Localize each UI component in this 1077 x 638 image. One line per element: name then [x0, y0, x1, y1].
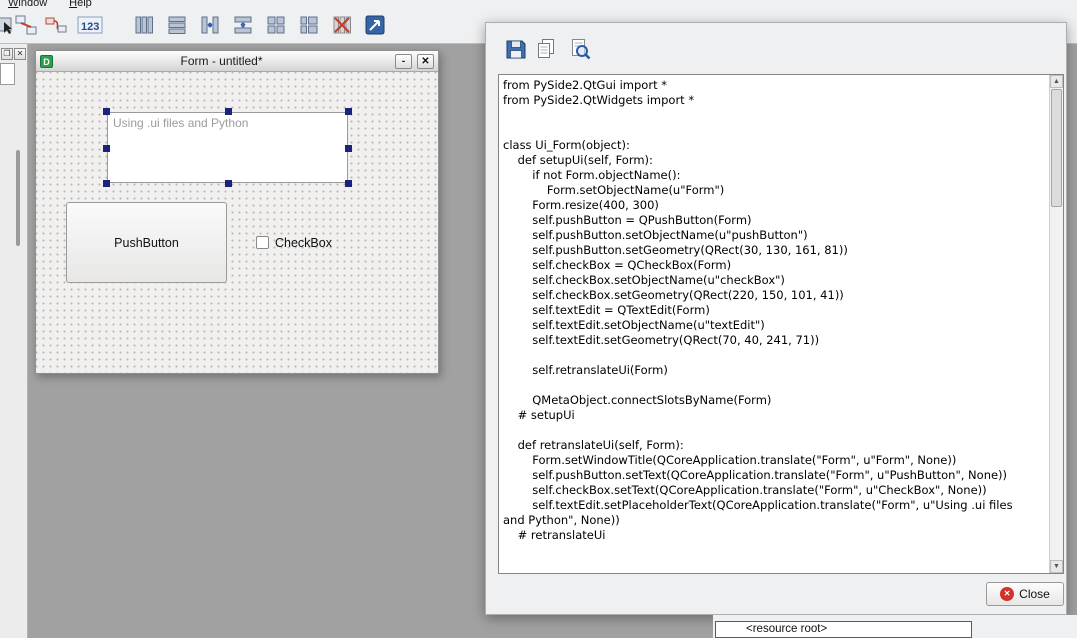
code-line: self.textEdit = QTextEdit(Form) [503, 303, 1049, 318]
scroll-up-icon[interactable] [1050, 75, 1063, 88]
dock-scrollbar[interactable] [16, 150, 20, 246]
textedit-widget[interactable]: Using .ui files and Python [107, 112, 348, 183]
code-line: Form.setWindowTitle(QCoreApplication.tra… [503, 453, 1049, 468]
edit-buddies-icon[interactable] [44, 13, 68, 37]
dialog-close-button[interactable]: Close [986, 582, 1064, 606]
adjust-size-icon[interactable] [364, 13, 386, 37]
layout-horizontal-icon[interactable] [133, 13, 155, 37]
resource-root-item[interactable]: <resource root> [715, 621, 972, 638]
code-line: self.retranslateUi(Form) [503, 363, 1049, 378]
copy-icon[interactable] [534, 37, 558, 61]
pushbutton-widget[interactable]: PushButton [66, 202, 227, 283]
code-line: from PySide2.QtWidgets import * [503, 93, 1049, 108]
scroll-down-icon[interactable] [1050, 560, 1063, 573]
find-icon[interactable] [568, 37, 592, 61]
form-canvas[interactable]: Using .ui files and Python PushButton Ch… [36, 72, 438, 373]
code-line: self.pushButton.setText(QCoreApplication… [503, 468, 1049, 483]
code-line: self.checkBox = QCheckBox(Form) [503, 258, 1049, 273]
code-line: # setupUi [503, 408, 1049, 423]
layout-grid-icon[interactable] [265, 13, 287, 37]
selection-handle[interactable] [103, 108, 110, 115]
code-line: Form.setObjectName(u"Form") [503, 183, 1049, 198]
code-line: self.textEdit.setObjectName(u"textEdit") [503, 318, 1049, 333]
code-line: self.pushButton = QPushButton(Form) [503, 213, 1049, 228]
code-line [503, 123, 1049, 138]
close-dock-icon[interactable] [14, 48, 26, 60]
selection-handle[interactable] [345, 180, 352, 187]
code-line: # retranslateUi [503, 528, 1049, 543]
code-line: self.checkBox.setObjectName(u"checkBox") [503, 273, 1049, 288]
code-line: from PySide2.QtGui import * [503, 78, 1049, 93]
edit-signals-slots-icon[interactable] [14, 13, 38, 37]
svg-text:123: 123 [81, 21, 99, 33]
selection-handle[interactable] [103, 145, 110, 152]
selection-handle[interactable] [225, 108, 232, 115]
code-line: self.checkBox.setText(QCoreApplication.t… [503, 483, 1049, 498]
code-view[interactable]: from PySide2.QtGui import *from PySide2.… [498, 74, 1064, 574]
code-line [503, 108, 1049, 123]
resource-browser-fragment: <resource root> [713, 615, 1077, 638]
code-text: from PySide2.QtGui import *from PySide2.… [499, 75, 1049, 573]
form-window-icon [40, 55, 53, 68]
dock-filter-field[interactable] [0, 63, 15, 85]
save-icon[interactable] [504, 37, 528, 61]
code-line: def retranslateUi(self, Form): [503, 438, 1049, 453]
minimize-icon[interactable] [395, 54, 412, 69]
code-line [503, 378, 1049, 393]
code-line: self.checkBox.setGeometry(QRect(220, 150… [503, 288, 1049, 303]
layout-form-icon[interactable] [298, 13, 320, 37]
break-layout-icon[interactable] [331, 13, 353, 37]
code-line [503, 423, 1049, 438]
layout-vertical-icon[interactable] [166, 13, 188, 37]
code-line: def setupUi(self, Form): [503, 153, 1049, 168]
code-line: self.pushButton.setGeometry(QRect(30, 13… [503, 243, 1049, 258]
code-preview-dialog: from PySide2.QtGui import *from PySide2.… [485, 22, 1067, 615]
code-line: QMetaObject.connectSlotsByName(Form) [503, 393, 1049, 408]
code-line: Form.resize(400, 300) [503, 198, 1049, 213]
textedit-placeholder: Using .ui files and Python [113, 116, 248, 130]
layout-vertical-splitter-icon[interactable] [232, 13, 254, 37]
code-line: class Ui_Form(object): [503, 138, 1049, 153]
code-line: self.pushButton.setObjectName(u"pushButt… [503, 228, 1049, 243]
form-window-titlebar[interactable]: Form - untitled* [36, 51, 438, 72]
menu-window[interactable]: Window [8, 0, 47, 8]
code-line: if not Form.objectName(): [503, 168, 1049, 183]
layout-horizontal-splitter-icon[interactable] [199, 13, 221, 37]
form-window-title: Form - untitled* [53, 54, 390, 68]
menubar: Window Help [8, 0, 92, 8]
edit-tab-order-icon[interactable]: 123 [76, 13, 104, 37]
checkbox-label: CheckBox [275, 236, 332, 250]
float-dock-icon[interactable] [1, 48, 13, 60]
code-line: self.textEdit.setPlaceholderText(QCoreAp… [503, 498, 1049, 513]
code-line [503, 348, 1049, 363]
selection-handle[interactable] [225, 180, 232, 187]
menu-help[interactable]: Help [69, 0, 92, 8]
scrollbar-thumb[interactable] [1051, 89, 1062, 207]
checkbox-widget[interactable]: CheckBox [256, 222, 357, 263]
selection-handle[interactable] [345, 108, 352, 115]
selection-handle[interactable] [103, 180, 110, 187]
selection-handle[interactable] [345, 145, 352, 152]
close-icon[interactable] [417, 54, 434, 69]
checkbox-indicator[interactable] [256, 236, 269, 249]
qt-designer-screen: Window Help 123 [0, 0, 1077, 638]
form-editor-window: Form - untitled* Using .ui files and Pyt… [35, 50, 439, 374]
code-vertical-scrollbar[interactable] [1049, 75, 1063, 573]
close-button-label: Close [1019, 587, 1050, 601]
code-line: self.textEdit.setGeometry(QRect(70, 40, … [503, 333, 1049, 348]
left-dock-strip [0, 44, 28, 638]
close-circle-icon [1000, 587, 1014, 601]
code-line: and Python", None)) [503, 513, 1049, 528]
